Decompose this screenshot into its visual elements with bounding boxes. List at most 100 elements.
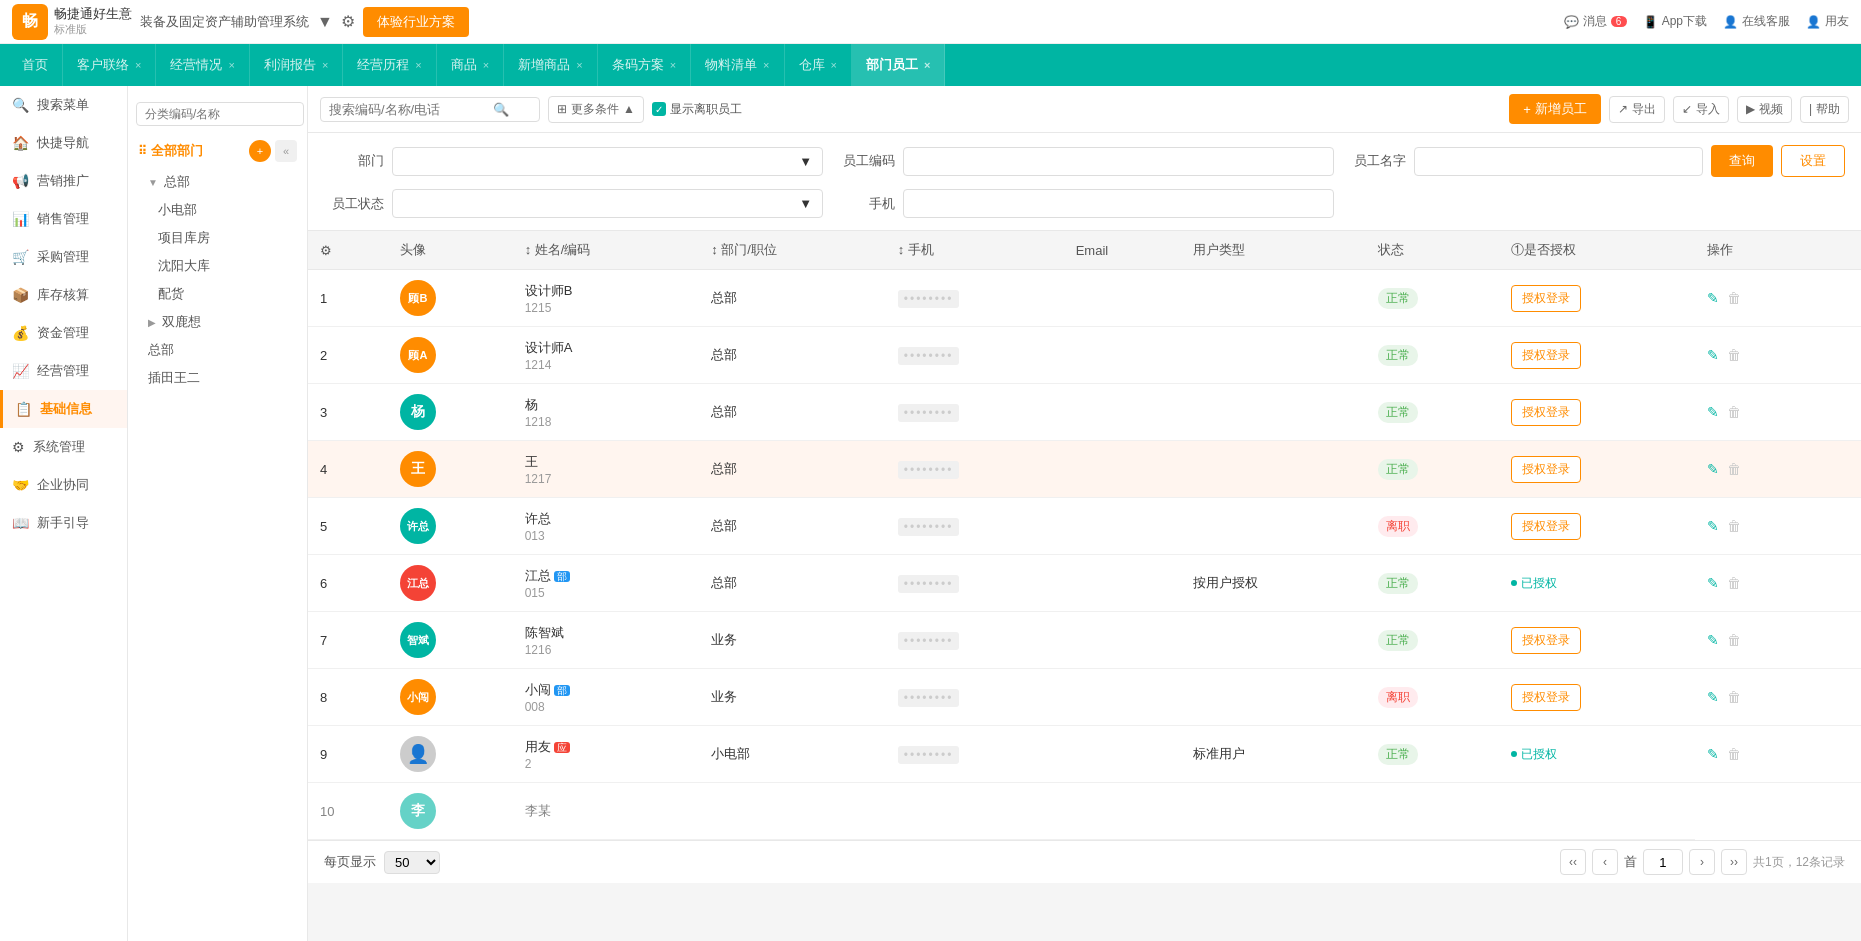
phone-filter-input[interactable] <box>903 189 1334 218</box>
employee-search-input[interactable] <box>329 102 489 117</box>
edit-button[interactable]: ✎ <box>1707 347 1719 363</box>
page-number-input[interactable] <box>1643 849 1683 875</box>
show-resigned-checkbox[interactable]: ✓ 显示离职员工 <box>652 101 742 118</box>
delete-button[interactable]: 🗑 <box>1727 746 1741 762</box>
tab-barcode[interactable]: 条码方案× <box>598 44 691 86</box>
delete-button[interactable]: 🗑 <box>1727 689 1741 705</box>
delete-button[interactable]: 🗑 <box>1727 575 1741 591</box>
tab-employees-close[interactable]: × <box>924 59 930 71</box>
video-button[interactable]: ▶ 视频 <box>1737 96 1792 123</box>
messages-button[interactable]: 💬 消息 6 <box>1564 13 1627 30</box>
edit-button[interactable]: ✎ <box>1707 632 1719 648</box>
th-name-code[interactable]: ↕ 姓名/编码 <box>513 231 700 270</box>
search-icon[interactable]: 🔍 <box>493 102 509 117</box>
per-page-select[interactable]: 50 20 100 <box>384 851 440 874</box>
authorize-button[interactable]: 授权登录 <box>1511 285 1581 312</box>
th-settings[interactable]: ⚙ <box>308 231 388 270</box>
experience-button[interactable]: 体验行业方案 <box>363 7 469 37</box>
delete-button[interactable]: 🗑 <box>1727 404 1741 420</box>
tab-new-goods[interactable]: 新增商品× <box>504 44 597 86</box>
settings-icon[interactable]: ⚙ <box>341 12 355 31</box>
delete-button[interactable]: 🗑 <box>1727 632 1741 648</box>
sidebar-item-guide[interactable]: 📖 新手引导 <box>0 504 127 542</box>
tab-barcode-close[interactable]: × <box>670 59 676 71</box>
tab-customer[interactable]: 客户联络× <box>63 44 156 86</box>
query-button[interactable]: 查询 <box>1711 145 1773 177</box>
dropdown-icon[interactable]: ▼ <box>317 13 333 31</box>
edit-button[interactable]: ✎ <box>1707 575 1719 591</box>
employee-code-input[interactable] <box>903 147 1334 176</box>
edit-button[interactable]: ✎ <box>1707 404 1719 420</box>
first-page-button[interactable]: ‹‹ <box>1560 849 1586 875</box>
dept-item-shuangluxiang[interactable]: ▶ 双鹿想 <box>128 308 307 336</box>
dept-item-zongbu[interactable]: ▼ 总部 <box>128 168 307 196</box>
authorize-button[interactable]: 授权登录 <box>1511 627 1581 654</box>
tab-profit[interactable]: 利润报告× <box>250 44 343 86</box>
employee-status-select[interactable]: ▼ <box>392 189 823 218</box>
edit-button[interactable]: ✎ <box>1707 746 1719 762</box>
th-phone[interactable]: ↕ 手机 <box>886 231 1064 270</box>
import-button[interactable]: ↙ 导入 <box>1673 96 1729 123</box>
dept-item-zongbu2[interactable]: 总部 <box>128 336 307 364</box>
sidebar-item-marketing[interactable]: 📢 营销推广 <box>0 162 127 200</box>
dept-filter-select[interactable]: ▼ <box>392 147 823 176</box>
add-dept-button[interactable]: + <box>249 140 271 162</box>
th-dept-position[interactable]: ↕ 部门/职位 <box>699 231 886 270</box>
sidebar-item-inventory[interactable]: 📦 库存核算 <box>0 276 127 314</box>
add-employee-button[interactable]: + 新增员工 <box>1509 94 1601 124</box>
export-button[interactable]: ↗ 导出 <box>1609 96 1665 123</box>
last-page-button[interactable]: ›› <box>1721 849 1747 875</box>
help-button[interactable]: | 帮助 <box>1800 96 1849 123</box>
app-download-button[interactable]: 📱 App下载 <box>1643 13 1707 30</box>
authorize-button[interactable]: 授权登录 <box>1511 399 1581 426</box>
dept-item-peihuo[interactable]: 配货 <box>128 280 307 308</box>
tab-operations-status[interactable]: 经营情况× <box>156 44 249 86</box>
user-menu[interactable]: 👤 用友 <box>1806 13 1849 30</box>
tab-customer-close[interactable]: × <box>135 59 141 71</box>
edit-button[interactable]: ✎ <box>1707 518 1719 534</box>
tab-history-close[interactable]: × <box>415 59 421 71</box>
prev-page-button[interactable]: ‹ <box>1592 849 1618 875</box>
sidebar-item-quick-nav[interactable]: 🏠 快捷导航 <box>0 124 127 162</box>
tab-history[interactable]: 经营历程× <box>343 44 436 86</box>
tab-goods[interactable]: 商品× <box>437 44 504 86</box>
dept-item-butianwanger[interactable]: 插田王二 <box>128 364 307 392</box>
sidebar-item-basic-info[interactable]: 📋 基础信息 <box>0 390 127 428</box>
tab-bom-close[interactable]: × <box>763 59 769 71</box>
sidebar-item-sales[interactable]: 📊 销售管理 <box>0 200 127 238</box>
employee-name-input[interactable] <box>1414 147 1703 176</box>
sidebar-item-operations[interactable]: 📈 经营管理 <box>0 352 127 390</box>
tab-employees[interactable]: 部门员工× <box>852 44 945 86</box>
reset-button[interactable]: 设置 <box>1781 145 1845 177</box>
tab-newgoods-close[interactable]: × <box>576 59 582 71</box>
delete-button[interactable]: 🗑 <box>1727 518 1741 534</box>
authorize-button[interactable]: 授权登录 <box>1511 342 1581 369</box>
tab-warehouse-close[interactable]: × <box>831 59 837 71</box>
sidebar-item-finance[interactable]: 💰 资金管理 <box>0 314 127 352</box>
sidebar-item-search[interactable]: 🔍 搜索菜单 <box>0 86 127 124</box>
authorize-button[interactable]: 授权登录 <box>1511 684 1581 711</box>
delete-button[interactable]: 🗑 <box>1727 290 1741 306</box>
authorize-button[interactable]: 授权登录 <box>1511 456 1581 483</box>
edit-button[interactable]: ✎ <box>1707 290 1719 306</box>
sidebar-item-enterprise[interactable]: 🤝 企业协同 <box>0 466 127 504</box>
sidebar-item-purchase[interactable]: 🛒 采购管理 <box>0 238 127 276</box>
edit-button[interactable]: ✎ <box>1707 461 1719 477</box>
dept-item-xiangjuliufang[interactable]: 项目库房 <box>128 224 307 252</box>
tab-home[interactable]: 首页 <box>8 44 63 86</box>
authorize-button[interactable]: 授权登录 <box>1511 513 1581 540</box>
delete-button[interactable]: 🗑 <box>1727 347 1741 363</box>
tab-warehouse[interactable]: 仓库× <box>785 44 852 86</box>
collapse-dept-button[interactable]: « <box>275 140 297 162</box>
more-filter-button[interactable]: ⊞ 更多条件 ▲ <box>548 96 644 123</box>
tab-ops-close[interactable]: × <box>228 59 234 71</box>
dept-search-input[interactable] <box>136 102 304 126</box>
tab-goods-close[interactable]: × <box>483 59 489 71</box>
next-page-button[interactable]: › <box>1689 849 1715 875</box>
online-service-button[interactable]: 👤 在线客服 <box>1723 13 1790 30</box>
delete-button[interactable]: 🗑 <box>1727 461 1741 477</box>
dept-item-xiaodianbu[interactable]: 小电部 <box>128 196 307 224</box>
tab-bom[interactable]: 物料清单× <box>691 44 784 86</box>
all-dept-label[interactable]: ⠿ 全部部门 <box>138 142 203 160</box>
sidebar-item-system[interactable]: ⚙ 系统管理 <box>0 428 127 466</box>
